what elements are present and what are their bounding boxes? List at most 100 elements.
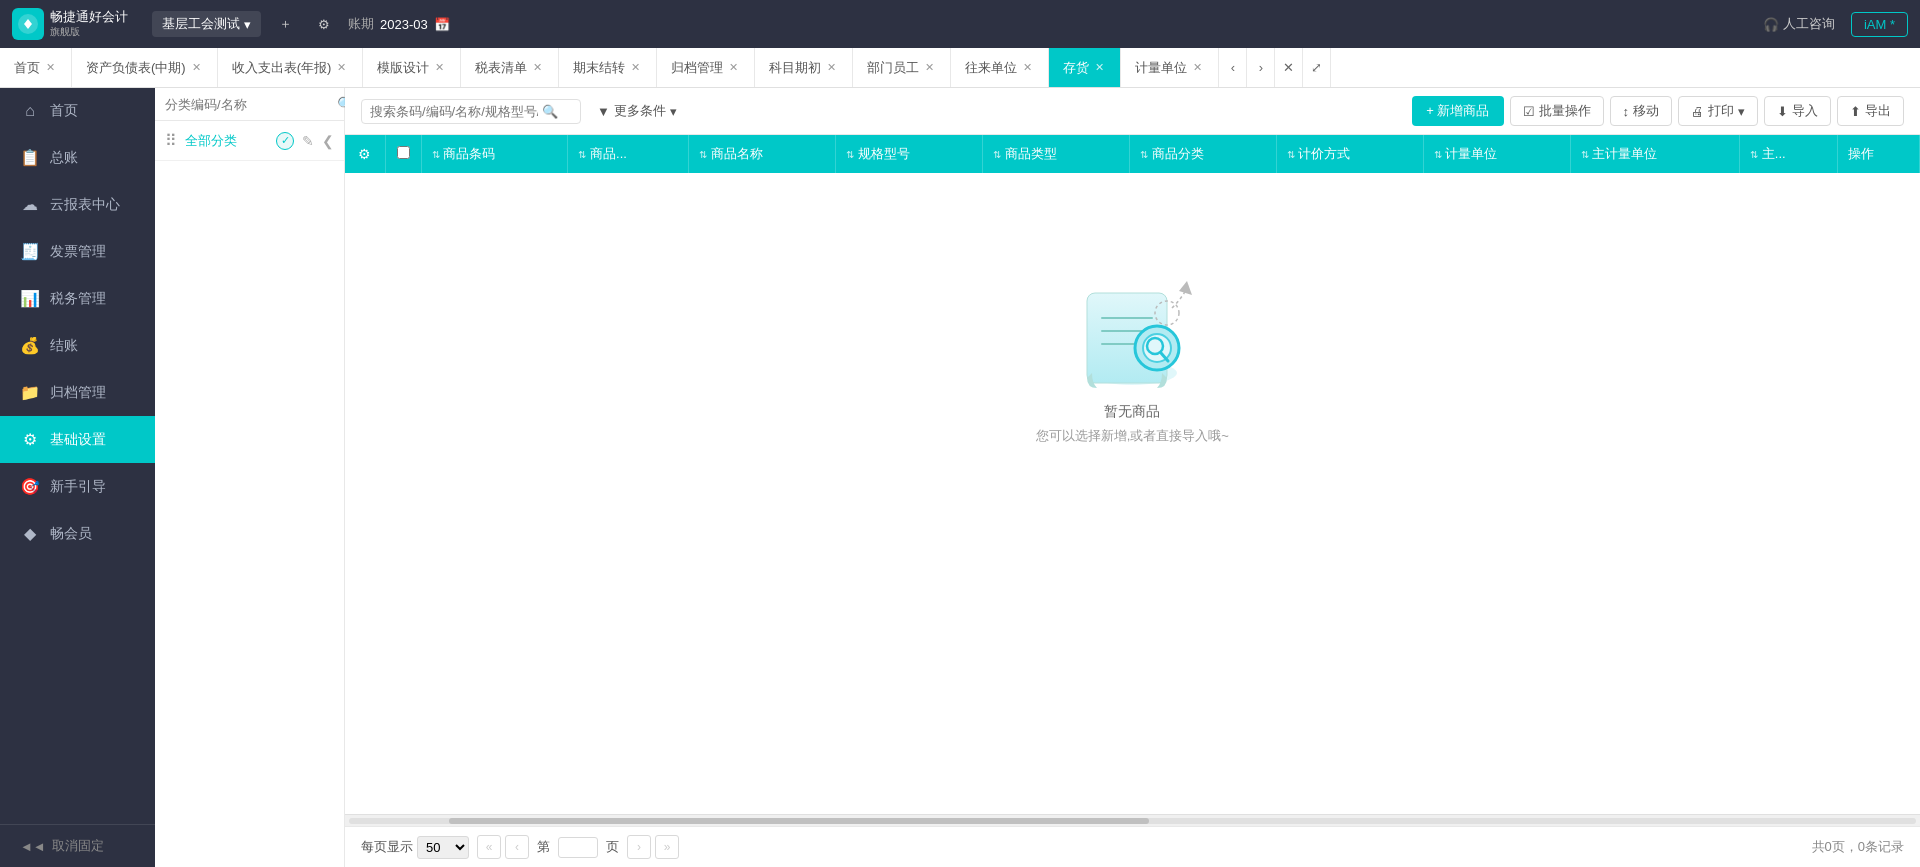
service-button[interactable]: 🎧 人工咨询: [1755, 11, 1843, 37]
horizontal-scrollbar[interactable]: [345, 814, 1920, 826]
scrollbar-thumb[interactable]: [449, 818, 1149, 824]
sidebar-item-invoice[interactable]: 🧾 发票管理: [0, 228, 155, 275]
tab-close-tax[interactable]: ✕: [531, 60, 544, 75]
scrollbar-track[interactable]: [349, 818, 1916, 824]
category-panel: 🔍 ⠿ 全部分类 ✓ ✎ ❮: [155, 88, 345, 867]
sidebar-label-member: 畅会员: [50, 525, 92, 543]
tab-prev-button[interactable]: ‹: [1219, 48, 1247, 88]
col-main-abbr[interactable]: ⇅ 主...: [1740, 135, 1838, 173]
sidebar-item-settings[interactable]: ⚙ 基础设置: [0, 416, 155, 463]
batch-operation-button[interactable]: ☑ 批量操作: [1510, 96, 1604, 126]
sidebar-item-tax[interactable]: 📊 税务管理: [0, 275, 155, 322]
tab-close-subject[interactable]: ✕: [825, 60, 838, 75]
category-edit-icon[interactable]: ✎: [302, 133, 314, 149]
col-main-unit[interactable]: ⇅ 主计量单位: [1570, 135, 1740, 173]
category-search-input[interactable]: [165, 97, 333, 112]
tab-expand-button[interactable]: ⤢: [1303, 48, 1331, 88]
add-tab-button[interactable]: ＋: [271, 11, 300, 37]
print-icon: 🖨: [1691, 104, 1704, 119]
settings-button[interactable]: ⚙: [310, 13, 338, 36]
tab-close-inventory[interactable]: ✕: [1093, 60, 1106, 75]
tab-template-design[interactable]: 模版设计 ✕: [363, 48, 461, 88]
col-type[interactable]: ⇅ 商品类型: [982, 135, 1129, 173]
tab-department[interactable]: 部门员工 ✕: [853, 48, 951, 88]
sidebar-label-report: 云报表中心: [50, 196, 120, 214]
toolbar: 🔍 ▼ 更多条件 ▾ + 新增商品 ☑ 批量操作: [345, 88, 1920, 135]
sidebar-item-archive[interactable]: 📁 归档管理: [0, 369, 155, 416]
tab-bar: 首页 ✕ 资产负债表(中期) ✕ 收入支出表(年报) ✕ 模版设计 ✕ 税表清单…: [0, 48, 1920, 88]
col-unit[interactable]: ⇅ 计量单位: [1423, 135, 1570, 173]
select-all-checkbox[interactable]: [385, 135, 421, 173]
tab-close-archive[interactable]: ✕: [727, 60, 740, 75]
content-area: 🔍 ⠿ 全部分类 ✓ ✎ ❮ 🔍: [155, 88, 1920, 867]
sidebar-item-report[interactable]: ☁ 云报表中心: [0, 181, 155, 228]
col-price-method[interactable]: ⇅ 计价方式: [1276, 135, 1423, 173]
account-button[interactable]: iAM *: [1851, 12, 1908, 37]
tab-tax-list[interactable]: 税表清单 ✕: [461, 48, 559, 88]
product-table: ⚙ ⇅ 商品条码 ⇅: [345, 135, 1920, 525]
product-table-container: ⚙ ⇅ 商品条码 ⇅: [345, 135, 1920, 814]
category-all-label[interactable]: 全部分类: [185, 132, 268, 150]
company-selector[interactable]: 基层工会测试 ▾: [152, 11, 261, 37]
tab-subject-init[interactable]: 科目期初 ✕: [755, 48, 853, 88]
sidebar-item-close[interactable]: 💰 结账: [0, 322, 155, 369]
sidebar-item-member[interactable]: ◆ 畅会员: [0, 510, 155, 557]
tab-inventory[interactable]: 存货 ✕: [1049, 48, 1121, 88]
tab-close-income[interactable]: ✕: [335, 60, 348, 75]
export-button[interactable]: ⬆ 导出: [1837, 96, 1904, 126]
page-input[interactable]: 1: [558, 837, 598, 858]
column-settings-icon[interactable]: ⚙: [345, 135, 385, 173]
sidebar-label-home: 首页: [50, 102, 78, 120]
product-search-icon[interactable]: 🔍: [542, 104, 558, 119]
tab-close-dept[interactable]: ✕: [923, 60, 936, 75]
import-button[interactable]: ⬇ 导入: [1764, 96, 1831, 126]
tab-close-homepage[interactable]: ✕: [44, 60, 57, 75]
tab-close-all-button[interactable]: ✕: [1275, 48, 1303, 88]
tab-close-contacts[interactable]: ✕: [1021, 60, 1034, 75]
col-category[interactable]: ⇅ 商品分类: [1129, 135, 1276, 173]
sidebar-label-close: 结账: [50, 337, 78, 355]
close-icon: 💰: [20, 336, 40, 355]
header-right: 🎧 人工咨询 iAM *: [1755, 11, 1908, 37]
next-page-button[interactable]: ›: [627, 835, 651, 859]
first-page-button[interactable]: «: [477, 835, 501, 859]
tab-income-statement[interactable]: 收入支出表(年报) ✕: [218, 48, 364, 88]
content-inner: 🔍 ⠿ 全部分类 ✓ ✎ ❮ 🔍: [155, 88, 1920, 867]
empty-state: 暂无商品 您可以选择新增,或者直接导入哦~: [345, 173, 1920, 525]
print-button[interactable]: 🖨 打印 ▾: [1678, 96, 1758, 126]
tab-homepage[interactable]: 首页 ✕: [0, 48, 72, 88]
page-size-selector: 每页显示 50 20 100: [361, 836, 469, 859]
tab-archive[interactable]: 归档管理 ✕: [657, 48, 755, 88]
category-collapse-icon[interactable]: ❮: [322, 133, 334, 149]
tab-close-balance[interactable]: ✕: [190, 60, 203, 75]
col-name[interactable]: ⇅ 商品名称: [689, 135, 836, 173]
tab-close-template[interactable]: ✕: [433, 60, 446, 75]
add-product-button[interactable]: + 新增商品: [1412, 96, 1503, 126]
sidebar-item-ledger[interactable]: 📋 总账: [0, 134, 155, 181]
sidebar-item-guide[interactable]: 🎯 新手引导: [0, 463, 155, 510]
headset-icon: 🎧: [1763, 17, 1779, 32]
product-search-input[interactable]: [370, 104, 538, 119]
col-barcode[interactable]: ⇅ 商品条码: [421, 135, 568, 173]
tab-contacts[interactable]: 往来单位 ✕: [951, 48, 1049, 88]
batch-icon: ☑: [1523, 104, 1535, 119]
tab-close-period[interactable]: ✕: [629, 60, 642, 75]
tab-next-button[interactable]: ›: [1247, 48, 1275, 88]
cancel-pin-button[interactable]: ◄◄ 取消固定: [0, 824, 155, 867]
category-grid-icon: ⠿: [165, 131, 177, 150]
prev-page-button[interactable]: ‹: [505, 835, 529, 859]
calendar-icon[interactable]: 📅: [434, 17, 450, 32]
tab-balance-sheet[interactable]: 资产负债表(中期) ✕: [72, 48, 218, 88]
tab-period-close[interactable]: 期末结转 ✕: [559, 48, 657, 88]
tab-close-unit[interactable]: ✕: [1191, 60, 1204, 75]
last-page-button[interactable]: »: [655, 835, 679, 859]
category-all[interactable]: ⠿ 全部分类 ✓ ✎ ❮: [155, 121, 344, 161]
tab-unit[interactable]: 计量单位 ✕: [1121, 48, 1219, 88]
filter-button[interactable]: ▼ 更多条件 ▾: [589, 98, 685, 124]
sidebar-item-home[interactable]: ⌂ 首页: [0, 88, 155, 134]
per-page-select[interactable]: 50 20 100: [417, 836, 469, 859]
col-spec[interactable]: ⇅ 规格型号: [836, 135, 983, 173]
category-check-icon[interactable]: ✓: [276, 132, 294, 150]
col-code[interactable]: ⇅ 商品...: [568, 135, 689, 173]
move-button[interactable]: ↕ 移动: [1610, 96, 1673, 126]
